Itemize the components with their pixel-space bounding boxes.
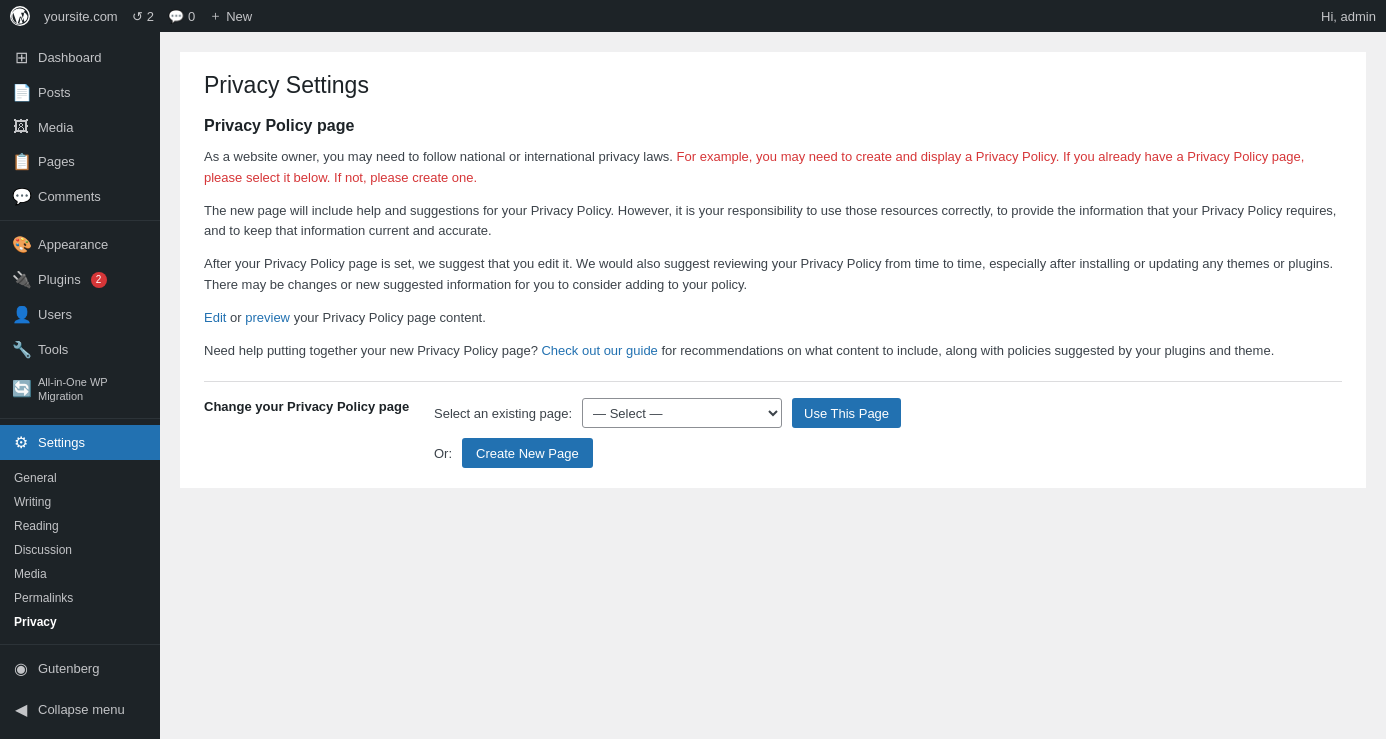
sidebar-item-label: Posts <box>38 85 71 100</box>
sidebar-item-media[interactable]: 🖼 Media <box>0 110 160 144</box>
sidebar-item-label: All-in-One WP Migration <box>38 375 148 404</box>
page-title: Privacy Settings <box>204 72 1342 99</box>
select-existing-label: Select an existing page: <box>434 406 572 421</box>
sidebar-item-tools[interactable]: 🔧 Tools <box>0 332 160 367</box>
use-this-page-button[interactable]: Use This Page <box>792 398 901 428</box>
sidebar: ⊞ Dashboard 📄 Posts 🖼 Media 📋 Pages 💬 Co… <box>0 32 160 739</box>
create-page-row: Or: Create New Page <box>434 438 901 468</box>
plugins-badge: 2 <box>91 272 107 288</box>
adminbar-site-name[interactable]: yoursite.com <box>44 9 118 24</box>
select-page-row: Select an existing page: — Select — Use … <box>434 398 901 428</box>
edit-link[interactable]: Edit <box>204 310 226 325</box>
submenu-discussion[interactable]: Discussion <box>0 538 160 562</box>
collapse-menu[interactable]: ◀ Collapse menu <box>0 692 160 727</box>
sidebar-item-posts[interactable]: 📄 Posts <box>0 75 160 110</box>
sidebar-item-allinone[interactable]: 🔄 All-in-One WP Migration <box>0 367 160 412</box>
users-icon: 👤 <box>12 305 30 324</box>
change-policy-fields: Select an existing page: — Select — Use … <box>434 398 901 468</box>
adminbar-new[interactable]: ＋ New <box>209 7 252 25</box>
section-title: Privacy Policy page <box>204 117 1342 135</box>
paragraph-1: As a website owner, you may need to foll… <box>204 147 1342 189</box>
adminbar-greeting: Hi, admin <box>1321 9 1376 24</box>
sidebar-item-label: Pages <box>38 154 75 169</box>
main-content: Privacy Settings Privacy Policy page As … <box>160 32 1386 739</box>
preview-link[interactable]: preview <box>245 310 290 325</box>
change-policy-label: Change your Privacy Policy page <box>204 398 414 416</box>
or-label: Or: <box>434 446 452 461</box>
comments-icon: 💬 <box>12 187 30 206</box>
sidebar-item-label: Gutenberg <box>38 661 99 676</box>
pages-icon: 📋 <box>12 152 30 171</box>
sidebar-item-label: Media <box>38 120 73 135</box>
gutenberg-icon: ◉ <box>12 659 30 678</box>
sidebar-item-appearance[interactable]: 🎨 Appearance <box>0 227 160 262</box>
sidebar-item-label: Settings <box>38 435 85 450</box>
sidebar-item-plugins[interactable]: 🔌 Plugins 2 <box>0 262 160 297</box>
collapse-icon: ◀ <box>12 700 30 719</box>
collapse-menu-label: Collapse menu <box>38 702 125 717</box>
adminbar-revisions[interactable]: ↺ 2 <box>132 9 154 24</box>
sidebar-item-label: Plugins <box>38 272 81 287</box>
allinone-icon: 🔄 <box>12 379 30 400</box>
appearance-icon: 🎨 <box>12 235 30 254</box>
settings-icon: ⚙ <box>12 433 30 452</box>
guide-line: Need help putting together your new Priv… <box>204 341 1342 362</box>
edit-preview-line: Edit or preview your Privacy Policy page… <box>204 308 1342 329</box>
dashboard-icon: ⊞ <box>12 48 30 67</box>
sidebar-item-comments[interactable]: 💬 Comments <box>0 179 160 214</box>
submenu-general[interactable]: General <box>0 466 160 490</box>
change-policy-section: Change your Privacy Policy page Select a… <box>204 381 1342 468</box>
page-select-dropdown[interactable]: — Select — <box>582 398 782 428</box>
sidebar-item-label: Comments <box>38 189 101 204</box>
create-new-page-button[interactable]: Create New Page <box>462 438 593 468</box>
tools-icon: 🔧 <box>12 340 30 359</box>
sidebar-item-label: Tools <box>38 342 68 357</box>
adminbar-comments[interactable]: 💬 0 <box>168 9 195 24</box>
media-icon: 🖼 <box>12 118 30 136</box>
sidebar-item-users[interactable]: 👤 Users <box>0 297 160 332</box>
sidebar-item-label: Users <box>38 307 72 322</box>
submenu-writing[interactable]: Writing <box>0 490 160 514</box>
submenu-permalinks[interactable]: Permalinks <box>0 586 160 610</box>
admin-bar: yoursite.com ↺ 2 💬 0 ＋ New Hi, admin <box>0 0 1386 32</box>
sidebar-item-label: Dashboard <box>38 50 102 65</box>
paragraph-3: After your Privacy Policy page is set, w… <box>204 254 1342 296</box>
sidebar-item-label: Appearance <box>38 237 108 252</box>
plugins-icon: 🔌 <box>12 270 30 289</box>
paragraph-2: The new page will include help and sugge… <box>204 201 1342 243</box>
sidebar-item-pages[interactable]: 📋 Pages <box>0 144 160 179</box>
sidebar-item-dashboard[interactable]: ⊞ Dashboard <box>0 40 160 75</box>
submenu-media[interactable]: Media <box>0 562 160 586</box>
wp-logo-icon[interactable] <box>10 6 30 26</box>
submenu-reading[interactable]: Reading <box>0 514 160 538</box>
content-wrap: Privacy Settings Privacy Policy page As … <box>180 52 1366 488</box>
settings-submenu: General Writing Reading Discussion Media… <box>0 460 160 634</box>
sidebar-item-settings[interactable]: ⚙ Settings <box>0 425 160 460</box>
guide-link[interactable]: Check out our guide <box>541 343 657 358</box>
submenu-privacy[interactable]: Privacy <box>0 610 160 634</box>
posts-icon: 📄 <box>12 83 30 102</box>
sidebar-item-gutenberg[interactable]: ◉ Gutenberg <box>0 651 160 686</box>
